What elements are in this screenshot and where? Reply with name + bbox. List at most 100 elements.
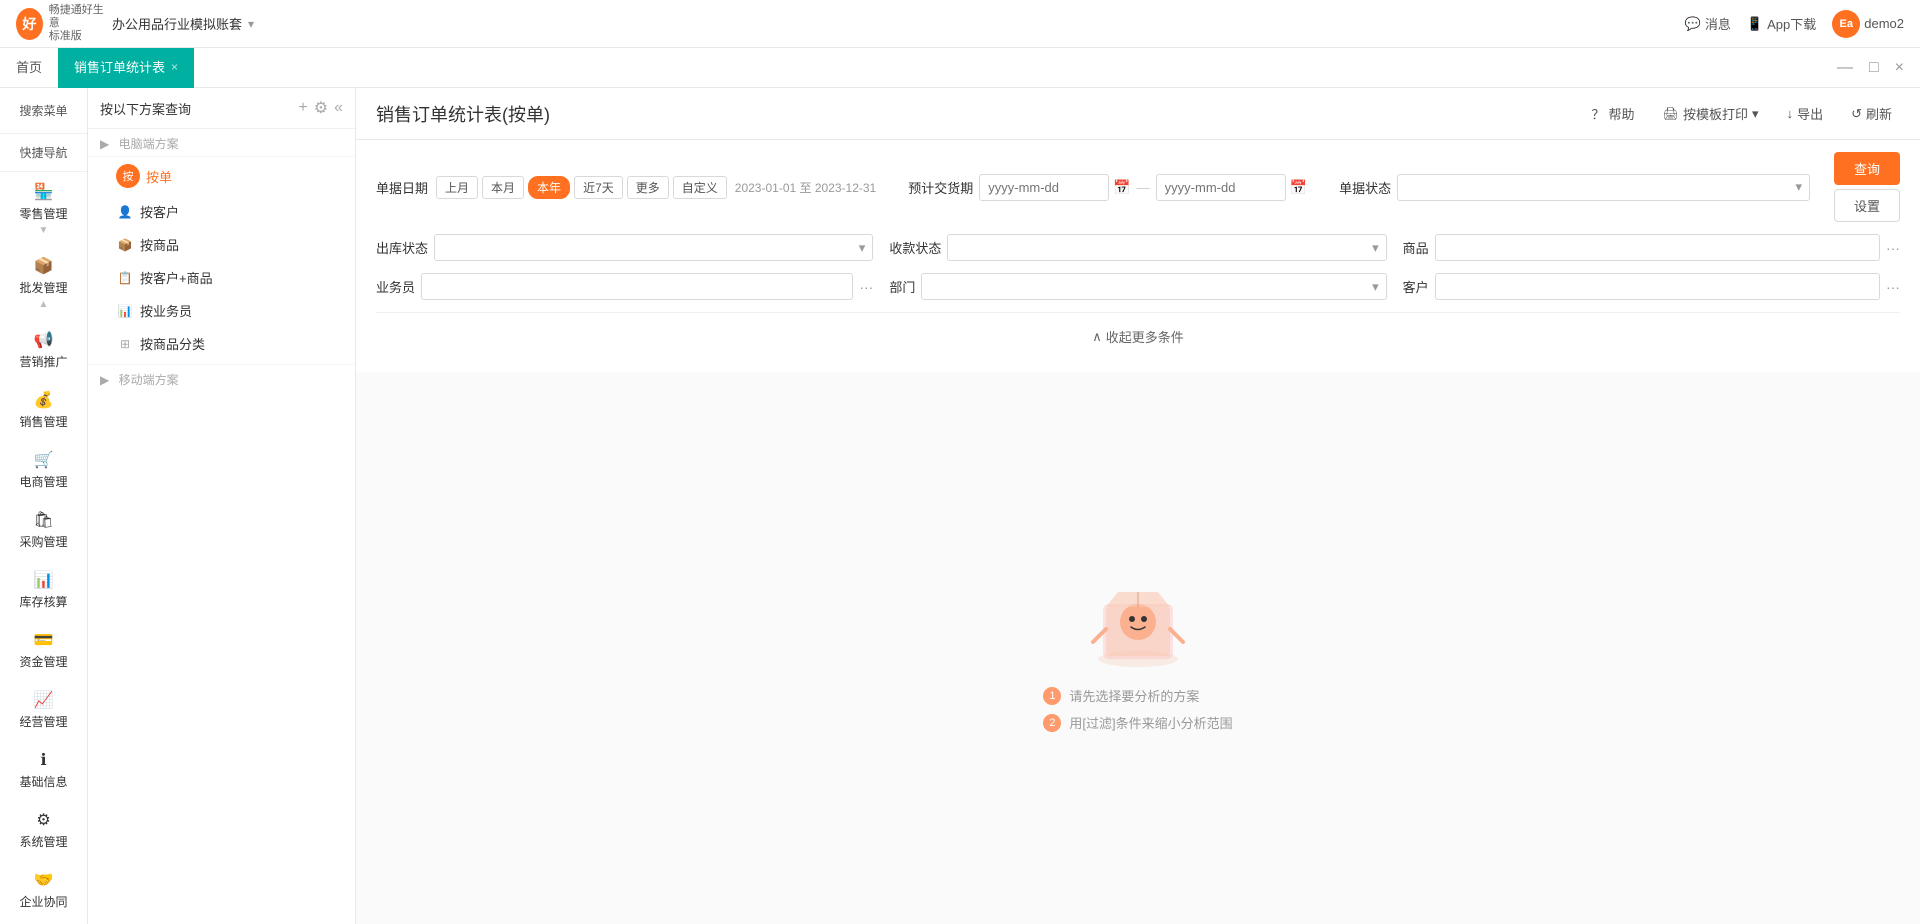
last-month-btn[interactable]: 上月 xyxy=(436,176,478,199)
sidebar-item-basicinfo[interactable]: ℹ 基础信息 xyxy=(0,740,87,800)
tree-item-by-customer[interactable]: 👤 按客户 xyxy=(88,195,355,228)
filter-row-2: 出库状态 收款状态 xyxy=(376,234,1900,261)
wholesale-expand-icon: ▲ xyxy=(39,299,49,310)
tree-item-by-category[interactable]: ⊞ 按商品分类 xyxy=(88,327,355,360)
logo-icon: 好 xyxy=(16,8,43,40)
sidebar-item-enterprise[interactable]: 🤝 企业协同 xyxy=(0,860,87,920)
app-download-button[interactable]: 📱 App下载 xyxy=(1747,14,1816,33)
basicinfo-icon: ℹ xyxy=(40,750,46,770)
tree-item-by-salesperson[interactable]: 📊 按业务员 xyxy=(88,294,355,327)
filter-row-3: 业务员 ··· 部门 客户 xyxy=(376,273,1900,300)
collapse-area: ∧ 收起更多条件 xyxy=(376,312,1900,360)
page-title: 销售订单统计表(按单) xyxy=(376,101,550,127)
tab-close-icon[interactable]: × xyxy=(171,60,178,74)
empty-illustration xyxy=(1078,564,1198,674)
wholesale-icon: 📦 xyxy=(34,256,54,276)
tree-item-by-customer-product[interactable]: 📋 按客户+商品 xyxy=(88,261,355,294)
logo-text: 畅捷通好生意 标准版 xyxy=(49,4,104,44)
delivery-date-start-wrap: 📅 xyxy=(979,174,1130,201)
export-button[interactable]: ↓ 导出 xyxy=(1779,100,1832,127)
messages-icon: 💬 xyxy=(1685,16,1701,32)
sidebar-item-newbie[interactable]: 🌟 新手引导 xyxy=(0,920,87,924)
delivery-date-end-input[interactable] xyxy=(1156,174,1286,201)
salesperson-ellipsis-icon[interactable]: ··· xyxy=(859,279,873,295)
tab-maximize-button[interactable]: □ xyxy=(1865,55,1883,81)
customer-ellipsis-icon[interactable]: ··· xyxy=(1886,279,1900,295)
quick-nav-button[interactable]: 快捷导航 xyxy=(8,138,79,167)
logo-area: 好 畅捷通好生意 标准版 xyxy=(16,4,104,44)
search-menu-button[interactable]: 搜索菜单 xyxy=(8,96,79,125)
tree-item-by-order[interactable]: 按 按单 xyxy=(88,157,355,195)
department-select[interactable] xyxy=(921,273,1386,300)
main-layout: 搜索菜单 快捷导航 🏪 零售管理 ▼ 📦 批发管理 ▲ 📢 营销推广 💰 销售管… xyxy=(0,88,1920,924)
template-print-button[interactable]: 🖨 按模板打印 ▾ xyxy=(1655,100,1767,127)
delivery-status-group: 出库状态 xyxy=(376,234,873,261)
this-month-btn[interactable]: 本月 xyxy=(482,176,524,199)
left-panel-header: 按以下方案查询 + ⚙ « xyxy=(88,88,355,129)
user-menu[interactable]: Ea demo2 xyxy=(1832,10,1904,38)
empty-tip-2: 2 用[过滤]条件来缩小分析范围 xyxy=(1043,713,1232,732)
tab-right-actions: — □ × xyxy=(1833,55,1920,81)
page-actions: ？ 帮助 🖨 按模板打印 ▾ ↓ 导出 ↺ 刷新 xyxy=(1583,100,1900,127)
sidebar-item-sales[interactable]: 💰 销售管理 xyxy=(0,380,87,440)
delivery-status-select-wrap xyxy=(434,234,873,261)
product-ellipsis-icon[interactable]: ··· xyxy=(1886,240,1900,256)
sidebar-item-inventory[interactable]: 📊 库存核算 xyxy=(0,560,87,620)
sidebar-item-ecommerce[interactable]: 🛒 电商管理 xyxy=(0,440,87,500)
messages-button[interactable]: 💬 消息 xyxy=(1685,14,1731,33)
salesperson-input[interactable] xyxy=(421,273,853,300)
sidebar-item-operations[interactable]: 📈 经营管理 xyxy=(0,680,87,740)
by-category-icon: ⊞ xyxy=(116,335,134,353)
delivery-date-end-calendar-icon[interactable]: 📅 xyxy=(1290,179,1307,196)
print-icon: 🖨 xyxy=(1663,106,1680,122)
help-button[interactable]: ？ 帮助 xyxy=(1583,100,1642,127)
tree-item-by-product[interactable]: 📦 按商品 xyxy=(88,228,355,261)
sidebar-item-marketing[interactable]: 📢 营销推广 xyxy=(0,320,87,380)
tab-minimize-button[interactable]: — xyxy=(1833,55,1857,81)
download-icon: 📱 xyxy=(1747,16,1763,32)
add-scheme-icon[interactable]: + xyxy=(298,99,307,117)
avatar: Ea xyxy=(1832,10,1860,38)
collapse-button[interactable]: ∧ 收起更多条件 xyxy=(1072,321,1204,352)
tab-home[interactable]: 首页 xyxy=(0,48,58,88)
this-year-btn[interactable]: 本年 xyxy=(528,176,570,199)
customer-input[interactable] xyxy=(1435,273,1880,300)
tab-sales-order-stats[interactable]: 销售订单统计表 × xyxy=(58,48,194,88)
delivery-status-select[interactable] xyxy=(434,234,873,261)
filter-and-content: 销售订单统计表(按单) ？ 帮助 🖨 按模板打印 ▾ ↓ 导出 xyxy=(356,88,1920,924)
sidebar-item-finance[interactable]: 💳 资金管理 xyxy=(0,620,87,680)
expected-delivery-label: 预计交货期 xyxy=(908,178,973,197)
settings-scheme-icon[interactable]: ⚙ xyxy=(314,98,328,118)
delivery-date-start-input[interactable] xyxy=(979,174,1109,201)
department-select-wrap xyxy=(921,273,1386,300)
operations-icon: 📈 xyxy=(34,690,54,710)
sidebar-item-purchase[interactable]: 🛍 采购管理 xyxy=(0,500,87,560)
delivery-date-start-calendar-icon[interactable]: 📅 xyxy=(1113,179,1130,196)
sidebar-item-wholesale[interactable]: 📦 批发管理 ▲ xyxy=(0,246,87,320)
product-group: 商品 ··· xyxy=(1403,234,1900,261)
salesperson-label: 业务员 xyxy=(376,277,415,296)
product-input[interactable] xyxy=(1435,234,1880,261)
query-button[interactable]: 查询 xyxy=(1834,152,1900,185)
refresh-button[interactable]: ↺ 刷新 xyxy=(1843,100,1900,127)
tab-close-window-button[interactable]: × xyxy=(1891,55,1908,81)
top-right: 💬 消息 📱 App下载 Ea demo2 xyxy=(1685,10,1904,38)
product-label: 商品 xyxy=(1403,238,1429,257)
collapse-panel-icon[interactable]: « xyxy=(334,99,343,117)
filter-panel: 单据日期 上月 本月 本年 近7天 更多 自定义 2023-01-01 至 20… xyxy=(356,140,1920,372)
marketing-icon: 📢 xyxy=(34,330,54,350)
sidebar-item-retail[interactable]: 🏪 零售管理 ▼ xyxy=(0,172,87,246)
more-btn[interactable]: 更多 xyxy=(627,176,669,199)
retail-icon: 🏪 xyxy=(34,182,54,202)
sidebar-item-system[interactable]: ⚙ 系统管理 xyxy=(0,800,87,860)
custom-btn[interactable]: 自定义 xyxy=(673,176,727,199)
last-7-days-btn[interactable]: 近7天 xyxy=(574,176,623,199)
empty-tip-1: 1 请先选择要分析的方案 xyxy=(1043,686,1232,705)
tab-bar: 首页 销售订单统计表 × — □ × xyxy=(0,48,1920,88)
refresh-icon: ↺ xyxy=(1851,106,1862,122)
bill-status-select[interactable] xyxy=(1397,174,1810,201)
finance-icon: 💳 xyxy=(34,630,54,650)
receipt-status-select[interactable] xyxy=(947,234,1386,261)
settings-filter-button[interactable]: 设置 xyxy=(1834,189,1900,222)
app-title-arrow-icon[interactable]: ▾ xyxy=(248,17,254,31)
